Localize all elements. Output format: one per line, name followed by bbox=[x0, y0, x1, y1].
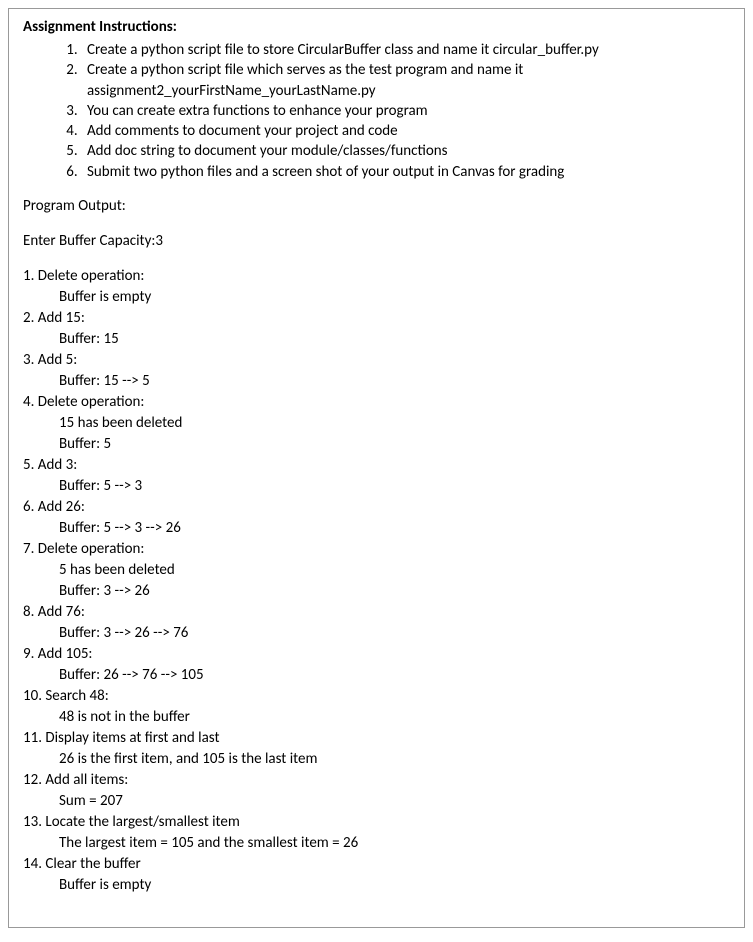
instruction-item: Create a python script file to store Cir… bbox=[81, 40, 730, 60]
op-title: 10. Search 48: bbox=[23, 686, 730, 707]
op-title: 2. Add 15: bbox=[23, 308, 730, 329]
instruction-item: Add doc string to document your module/c… bbox=[81, 141, 730, 161]
op-title: 3. Add 5: bbox=[23, 350, 730, 371]
op-title: 11. Display items at first and last bbox=[23, 728, 730, 749]
entry-line: Enter Buffer Capacity:3 bbox=[23, 231, 730, 252]
op-detail: 26 is the first item, and 105 is the las… bbox=[23, 749, 730, 770]
document-frame: Assignment Instructions: Create a python… bbox=[8, 8, 745, 928]
op-detail: Sum = 207 bbox=[23, 791, 730, 812]
output-operations: 1. Delete operation:Buffer is empty2. Ad… bbox=[23, 266, 730, 896]
op-title: 4. Delete operation: bbox=[23, 392, 730, 413]
op-detail: The largest item = 105 and the smallest … bbox=[23, 833, 730, 854]
instructions-list: Create a python script file to store Cir… bbox=[23, 40, 730, 182]
op-detail: 48 is not in the buffer bbox=[23, 707, 730, 728]
op-title: 9. Add 105: bbox=[23, 644, 730, 665]
op-detail: 15 has been deleted bbox=[23, 413, 730, 434]
instruction-item: You can create extra functions to enhanc… bbox=[81, 101, 730, 121]
op-detail: Buffer: 5 --> 3 bbox=[23, 476, 730, 497]
instruction-item: Add comments to document your project an… bbox=[81, 121, 730, 141]
instruction-item: Submit two python files and a screen sho… bbox=[81, 162, 730, 182]
instructions-heading: Assignment Instructions: bbox=[23, 17, 730, 38]
op-title: 14. Clear the buffer bbox=[23, 854, 730, 875]
op-detail: Buffer: 15 bbox=[23, 329, 730, 350]
op-detail: Buffer: 5 bbox=[23, 434, 730, 455]
instruction-item: Create a python script file which serves… bbox=[81, 60, 730, 101]
op-title: 8. Add 76: bbox=[23, 602, 730, 623]
op-title: 12. Add all items: bbox=[23, 770, 730, 791]
program-output-heading: Program Output: bbox=[23, 196, 730, 217]
op-title: 1. Delete operation: bbox=[23, 266, 730, 287]
op-detail: Buffer: 5 --> 3 --> 26 bbox=[23, 518, 730, 539]
op-detail: Buffer: 3 --> 26 --> 76 bbox=[23, 623, 730, 644]
op-detail: Buffer: 3 --> 26 bbox=[23, 581, 730, 602]
op-title: 6. Add 26: bbox=[23, 497, 730, 518]
op-title: 7. Delete operation: bbox=[23, 539, 730, 560]
op-detail: Buffer is empty bbox=[23, 287, 730, 308]
op-detail: Buffer: 15 --> 5 bbox=[23, 371, 730, 392]
op-title: 13. Locate the largest/smallest item bbox=[23, 812, 730, 833]
op-detail: 5 has been deleted bbox=[23, 560, 730, 581]
op-title: 5. Add 3: bbox=[23, 455, 730, 476]
op-detail: Buffer is empty bbox=[23, 875, 730, 896]
op-detail: Buffer: 26 --> 76 --> 105 bbox=[23, 665, 730, 686]
